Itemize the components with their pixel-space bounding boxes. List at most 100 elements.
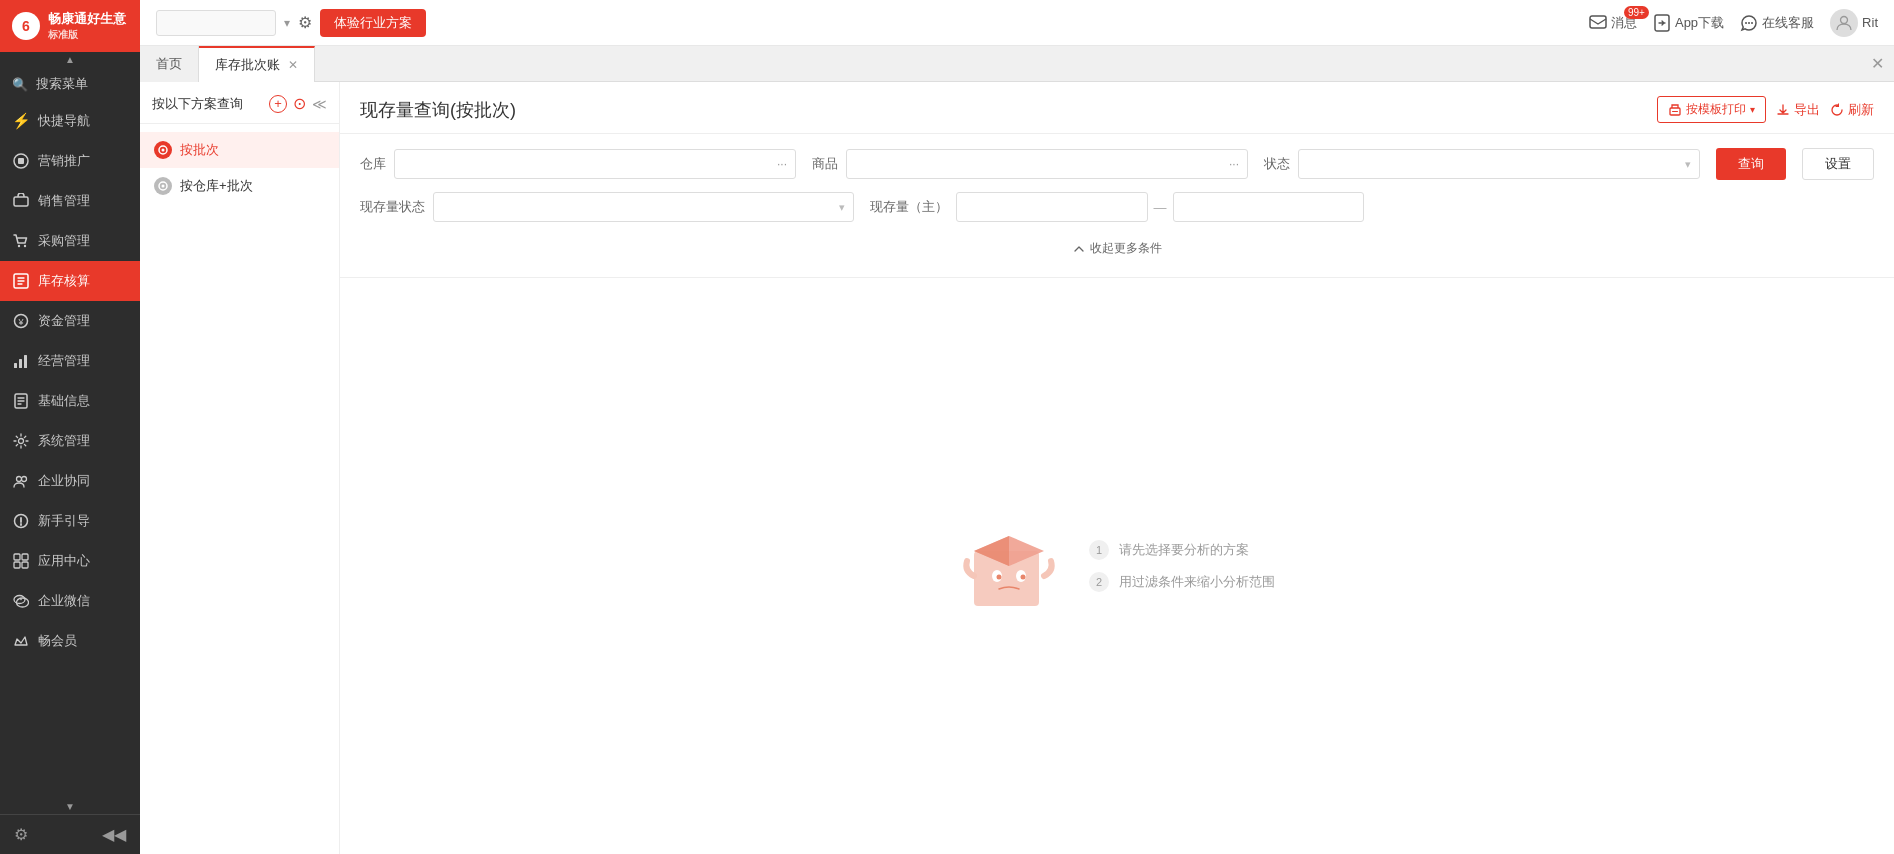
settings-btn[interactable]: 设置	[1802, 148, 1874, 180]
goods-more-btn[interactable]: ···	[1229, 157, 1239, 171]
svg-rect-19	[22, 562, 28, 568]
stock-status-select[interactable]: ▾	[433, 192, 854, 222]
scheme-item-by-batch[interactable]: 按批次	[140, 132, 339, 168]
sidebar-item-quick-nav[interactable]: ⚡ 快捷导航	[0, 101, 140, 141]
refresh-btn-label: 刷新	[1848, 101, 1874, 119]
stock-status-filter-group: 现存量状态 ▾	[360, 192, 854, 222]
sidebar-item-purchase[interactable]: 采购管理	[0, 221, 140, 261]
online-service-btn[interactable]: 在线客服	[1740, 14, 1814, 32]
scheme-label: 按批次	[180, 141, 219, 159]
sidebar-item-enterprise-collab[interactable]: 企业协同	[0, 461, 140, 501]
sidebar-item-wechat[interactable]: 企业微信	[0, 581, 140, 621]
add-scheme-btn[interactable]: +	[269, 95, 287, 113]
sidebar-item-app-center[interactable]: 应用中心	[0, 541, 140, 581]
sidebar-item-label: 畅会员	[38, 632, 77, 650]
stock-qty-from-input[interactable]	[956, 192, 1148, 222]
tab-inventory-batch-label: 库存批次账	[215, 56, 280, 74]
goods-input-wrap[interactable]: ···	[846, 149, 1248, 179]
svg-point-26	[1841, 16, 1848, 23]
sidebar-item-label: 应用中心	[38, 552, 90, 570]
step-1-text: 请先选择要分析的方案	[1119, 541, 1249, 559]
page-title: 现存量查询(按批次)	[360, 98, 516, 122]
sidebar-item-inventory[interactable]: 库存核算	[0, 261, 140, 301]
sidebar-item-label: 采购管理	[38, 232, 90, 250]
topbar-right: 消息 99+ App下载 在线客服 Rit	[1589, 9, 1878, 37]
sidebar-item-label: 经营管理	[38, 352, 90, 370]
sidebar-item-search-menu[interactable]: 🔍 搜索菜单	[0, 67, 140, 101]
main-area: ▾ ⚙ 体验行业方案 消息 99+ App下载 在线客服 Rit	[140, 0, 1894, 854]
svg-point-12	[19, 439, 24, 444]
export-btn-label: 导出	[1794, 101, 1820, 119]
svg-point-30	[162, 185, 165, 188]
svg-point-39	[1021, 575, 1026, 580]
sidebar-item-label: 系统管理	[38, 432, 90, 450]
sidebar-item-label: 库存核算	[38, 272, 90, 290]
sidebar-item-marketing[interactable]: 营销推广	[0, 141, 140, 181]
svg-rect-17	[22, 554, 28, 560]
svg-point-38	[997, 575, 1002, 580]
empty-step-1: 1 请先选择要分析的方案	[1089, 540, 1275, 560]
warehouse-input-wrap[interactable]: ···	[394, 149, 796, 179]
collapse-conditions-btn[interactable]: 收起更多条件	[360, 234, 1874, 263]
step-2-number: 2	[1089, 572, 1109, 592]
print-btn-label: 按模板打印	[1686, 101, 1746, 118]
tab-inventory-batch[interactable]: 库存批次账 ✕	[199, 46, 315, 82]
sidebar-item-finance[interactable]: ¥ 资金管理	[0, 301, 140, 341]
tabs-bar: 首页 库存批次账 ✕ ✕	[140, 46, 1894, 82]
sidebar-scroll-down[interactable]: ▼	[0, 799, 140, 814]
svg-point-13	[17, 477, 22, 482]
sidebar-scroll-up[interactable]: ▲	[0, 52, 140, 67]
sales-icon	[12, 192, 30, 210]
sidebar-item-vip[interactable]: 畅会员	[0, 621, 140, 661]
app-download-btn[interactable]: App下载	[1653, 14, 1724, 32]
stock-qty-label: 现存量（主）	[870, 198, 948, 216]
goods-input[interactable]	[855, 157, 1225, 171]
filter-row-2: 现存量状态 ▾ 现存量（主） —	[360, 192, 1874, 222]
topbar-dropdown-icon[interactable]: ▾	[284, 16, 290, 30]
sidebar-item-new-guide[interactable]: 新手引导	[0, 501, 140, 541]
sidebar-scroll-area: 🔍 搜索菜单 ⚡ 快捷导航 营销推广 销售管理 采购管理	[0, 67, 140, 799]
sidebar-item-system[interactable]: 系统管理	[0, 421, 140, 461]
print-btn[interactable]: 按模板打印 ▾	[1657, 96, 1766, 123]
sidebar-item-operations[interactable]: 经营管理	[0, 341, 140, 381]
svg-point-23	[20, 599, 22, 601]
status-select[interactable]: ▾	[1298, 149, 1700, 179]
messages-btn[interactable]: 消息 99+	[1589, 14, 1637, 32]
scheme-settings-icon[interactable]: ⊙	[293, 94, 306, 113]
status-dropdown-arrow: ▾	[1685, 158, 1691, 171]
warehouse-input[interactable]	[403, 157, 773, 171]
tab-home[interactable]: 首页	[140, 46, 199, 82]
sidebar-item-label: 企业协同	[38, 472, 90, 490]
stock-qty-to-input[interactable]	[1173, 192, 1365, 222]
settings-icon[interactable]: ⚙	[14, 825, 28, 844]
sidebar-item-basic-info[interactable]: 基础信息	[0, 381, 140, 421]
messages-badge: 99+	[1624, 6, 1649, 19]
empty-step-2: 2 用过滤条件来缩小分析范围	[1089, 572, 1275, 592]
scheme-collapse-icon[interactable]: ≪	[312, 96, 327, 112]
topbar-left: ▾ ⚙ 体验行业方案	[156, 9, 1579, 37]
export-btn[interactable]: 导出	[1776, 101, 1820, 119]
refresh-btn[interactable]: 刷新	[1830, 101, 1874, 119]
left-panel-title: 按以下方案查询	[152, 95, 243, 113]
inventory-icon	[12, 272, 30, 290]
topbar-search-input[interactable]	[156, 10, 276, 36]
tabs-close-all-icon[interactable]: ✕	[1871, 54, 1884, 73]
stock-status-arrow: ▾	[839, 201, 845, 214]
warehouse-more-btn[interactable]: ···	[777, 157, 787, 171]
filter-row-1: 仓库 ··· 商品 ···	[360, 148, 1874, 180]
wechat-icon	[12, 592, 30, 610]
tab-close-icon[interactable]: ✕	[288, 58, 298, 72]
system-icon	[12, 432, 30, 450]
scroll-up-icon[interactable]: ▲	[65, 54, 75, 65]
query-btn[interactable]: 查询	[1716, 148, 1786, 180]
collapse-sidebar-icon[interactable]: ◀◀	[102, 825, 126, 844]
experience-btn[interactable]: 体验行业方案	[320, 9, 426, 37]
search-icon: 🔍	[12, 77, 28, 92]
scroll-down-icon[interactable]: ▼	[65, 801, 75, 812]
user-avatar-btn[interactable]: Rit	[1830, 9, 1878, 37]
company-name: 畅康通好生意	[48, 10, 126, 28]
scheme-item-by-warehouse-batch[interactable]: 按仓库+批次	[140, 168, 339, 204]
sidebar-item-sales[interactable]: 销售管理	[0, 181, 140, 221]
topbar-gear-icon[interactable]: ⚙	[298, 13, 312, 32]
print-dropdown-icon[interactable]: ▾	[1750, 104, 1755, 115]
